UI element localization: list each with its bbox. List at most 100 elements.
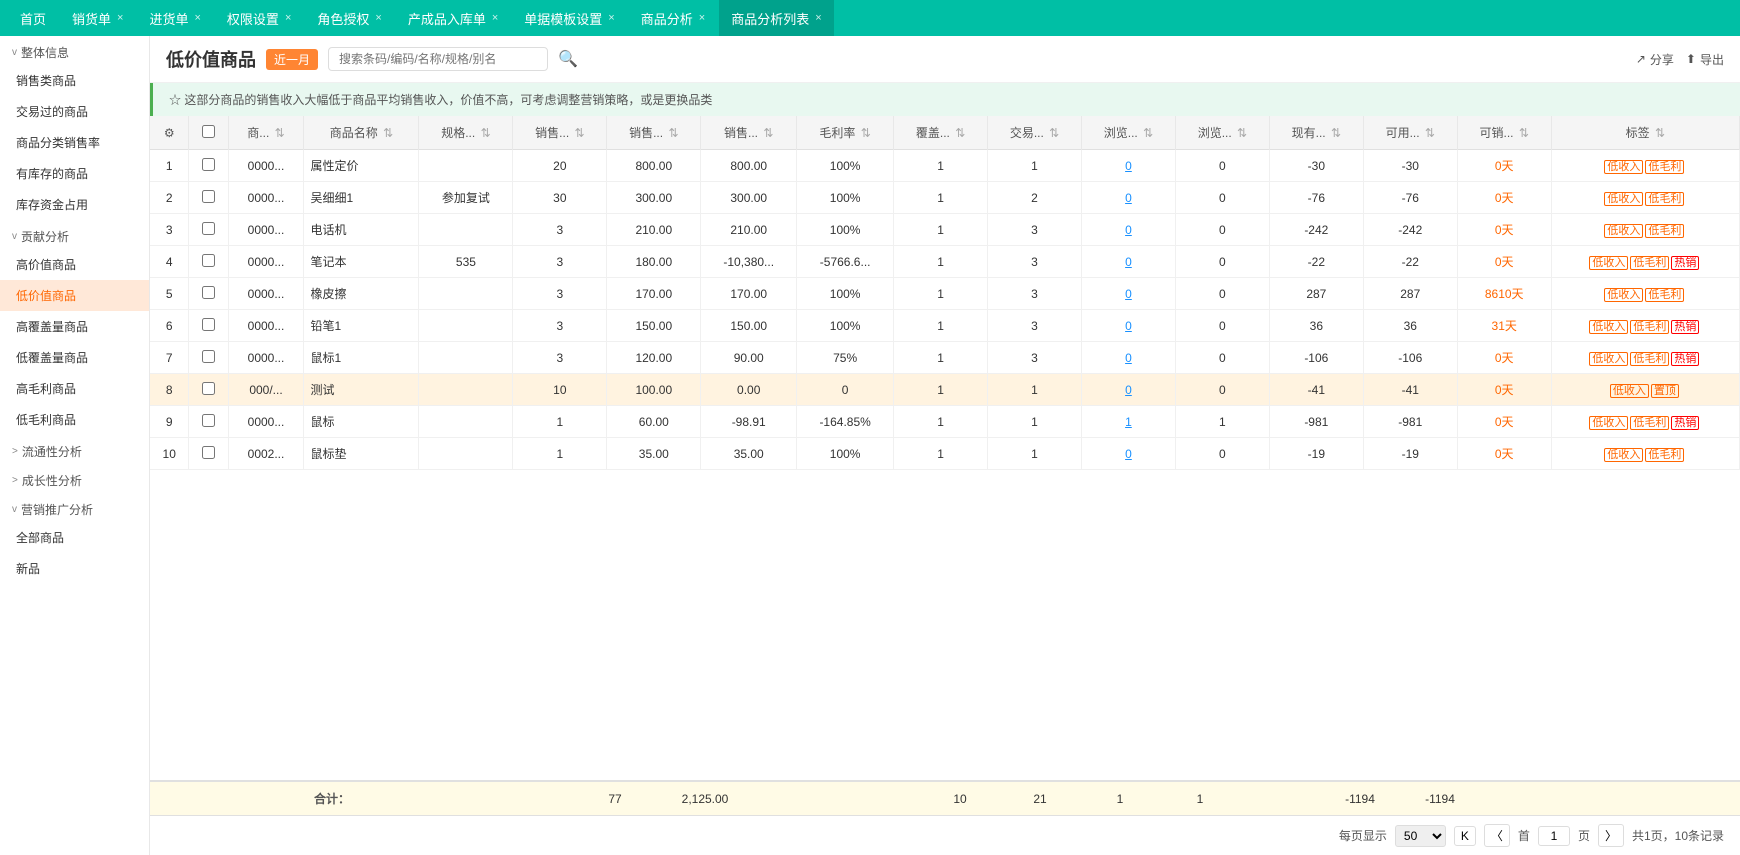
sidebar-item-低毛利商品[interactable]: 低毛利商品 bbox=[0, 404, 149, 435]
nav-item-销货单[interactable]: 销货单× bbox=[60, 0, 135, 36]
row-checkbox-input[interactable] bbox=[202, 190, 215, 203]
sidebar-group-流通性分析[interactable]: >流通性分析 bbox=[0, 435, 149, 464]
page-number-input[interactable] bbox=[1538, 826, 1570, 846]
col-checkbox[interactable] bbox=[189, 116, 228, 150]
row-view1[interactable]: 0 bbox=[1081, 150, 1175, 182]
col-tags[interactable]: 标签 ⇅ bbox=[1551, 116, 1739, 150]
sidebar-group-贡献分析[interactable]: v贡献分析 bbox=[0, 220, 149, 249]
row-checkbox-input[interactable] bbox=[202, 446, 215, 459]
row-view1[interactable]: 0 bbox=[1081, 342, 1175, 374]
prev-page-button[interactable]: 〈 bbox=[1484, 824, 1510, 847]
sidebar-item-库存资金占用[interactable]: 库存资金占用 bbox=[0, 189, 149, 220]
select-all-checkbox[interactable] bbox=[202, 125, 215, 138]
row-checkbox-input[interactable] bbox=[202, 222, 215, 235]
view-link[interactable]: 0 bbox=[1125, 255, 1132, 269]
view-link[interactable]: 1 bbox=[1125, 415, 1132, 429]
close-icon[interactable]: × bbox=[492, 12, 498, 24]
col-available[interactable]: 可用... ⇅ bbox=[1363, 116, 1457, 150]
sidebar-group-营销推广分析[interactable]: v营销推广分析 bbox=[0, 493, 149, 522]
row-checkbox[interactable] bbox=[189, 182, 228, 214]
row-view1[interactable]: 0 bbox=[1081, 374, 1175, 406]
row-checkbox[interactable] bbox=[189, 214, 228, 246]
row-view1[interactable]: 0 bbox=[1081, 214, 1175, 246]
row-view1[interactable]: 0 bbox=[1081, 246, 1175, 278]
row-checkbox-input[interactable] bbox=[202, 286, 215, 299]
sidebar-item-新品[interactable]: 新品 bbox=[0, 553, 149, 584]
nav-item-进货单[interactable]: 进货单× bbox=[137, 0, 212, 36]
close-icon[interactable]: × bbox=[194, 12, 200, 24]
row-checkbox[interactable] bbox=[189, 150, 228, 182]
close-icon[interactable]: × bbox=[699, 12, 705, 24]
share-button[interactable]: ↗ 分享 bbox=[1636, 51, 1674, 68]
nav-item-商品分析[interactable]: 商品分析× bbox=[629, 0, 717, 36]
col-sellable[interactable]: 可销... ⇅ bbox=[1457, 116, 1551, 150]
row-checkbox-input[interactable] bbox=[202, 318, 215, 331]
row-view1[interactable]: 0 bbox=[1081, 438, 1175, 470]
col-sales-qty[interactable]: 销售... ⇅ bbox=[513, 116, 607, 150]
col-sales-price[interactable]: 销售... ⇅ bbox=[607, 116, 701, 150]
search-input[interactable] bbox=[328, 47, 548, 71]
view-link[interactable]: 0 bbox=[1125, 191, 1132, 205]
nav-item-单据模板设置[interactable]: 单据模板设置× bbox=[512, 0, 626, 36]
row-checkbox[interactable] bbox=[189, 406, 228, 438]
view-link[interactable]: 0 bbox=[1125, 351, 1132, 365]
sidebar-item-高覆盖量商品[interactable]: 高覆盖量商品 bbox=[0, 311, 149, 342]
col-code[interactable]: 商... ⇅ bbox=[228, 116, 304, 150]
view-link[interactable]: 0 bbox=[1125, 223, 1132, 237]
nav-item-产成品入库单[interactable]: 产成品入库单× bbox=[396, 0, 510, 36]
per-page-select[interactable]: 50 100 bbox=[1395, 825, 1446, 847]
close-icon[interactable]: × bbox=[815, 12, 821, 24]
view-link[interactable]: 0 bbox=[1125, 159, 1132, 173]
sidebar-item-高毛利商品[interactable]: 高毛利商品 bbox=[0, 373, 149, 404]
row-checkbox[interactable] bbox=[189, 246, 228, 278]
row-checkbox[interactable] bbox=[189, 310, 228, 342]
sidebar-group-整体信息[interactable]: v整体信息 bbox=[0, 36, 149, 65]
view-link[interactable]: 0 bbox=[1125, 447, 1132, 461]
sidebar-item-销售类商品[interactable]: 销售类商品 bbox=[0, 65, 149, 96]
export-button[interactable]: ⬆ 导出 bbox=[1686, 51, 1724, 68]
sidebar-item-低覆盖量商品[interactable]: 低覆盖量商品 bbox=[0, 342, 149, 373]
view-link[interactable]: 0 bbox=[1125, 287, 1132, 301]
sidebar-item-有库存的商品[interactable]: 有库存的商品 bbox=[0, 158, 149, 189]
col-coverage[interactable]: 覆盖... ⇅ bbox=[894, 116, 988, 150]
search-icon[interactable]: 🔍 bbox=[558, 49, 578, 69]
time-tag-button[interactable]: 近一月 bbox=[266, 49, 318, 70]
row-checkbox[interactable] bbox=[189, 278, 228, 310]
sidebar-item-交易过的商品[interactable]: 交易过的商品 bbox=[0, 96, 149, 127]
close-icon[interactable]: × bbox=[608, 12, 614, 24]
row-checkbox-input[interactable] bbox=[202, 158, 215, 171]
nav-item-首页[interactable]: 首页 bbox=[8, 0, 58, 36]
first-page-button[interactable]: K bbox=[1454, 826, 1476, 846]
sidebar-item-全部商品[interactable]: 全部商品 bbox=[0, 522, 149, 553]
col-current[interactable]: 现有... ⇅ bbox=[1269, 116, 1363, 150]
col-view2[interactable]: 浏览... ⇅ bbox=[1175, 116, 1269, 150]
row-view1[interactable]: 0 bbox=[1081, 182, 1175, 214]
row-checkbox[interactable] bbox=[189, 374, 228, 406]
close-icon[interactable]: × bbox=[375, 12, 381, 24]
nav-item-权限设置[interactable]: 权限设置× bbox=[215, 0, 303, 36]
col-spec[interactable]: 规格... ⇅ bbox=[419, 116, 513, 150]
row-view1[interactable]: 0 bbox=[1081, 310, 1175, 342]
col-trans[interactable]: 交易... ⇅ bbox=[988, 116, 1082, 150]
row-checkbox[interactable] bbox=[189, 438, 228, 470]
view-link[interactable]: 0 bbox=[1125, 383, 1132, 397]
col-settings[interactable]: ⚙ bbox=[150, 116, 189, 150]
row-checkbox-input[interactable] bbox=[202, 382, 215, 395]
view-link[interactable]: 0 bbox=[1125, 319, 1132, 333]
close-icon[interactable]: × bbox=[285, 12, 291, 24]
row-checkbox-input[interactable] bbox=[202, 350, 215, 363]
sidebar-item-商品分类销售率[interactable]: 商品分类销售率 bbox=[0, 127, 149, 158]
col-sales-amount[interactable]: 销售... ⇅ bbox=[701, 116, 797, 150]
close-icon[interactable]: × bbox=[117, 12, 123, 24]
nav-item-角色授权[interactable]: 角色授权× bbox=[305, 0, 393, 36]
row-view1[interactable]: 1 bbox=[1081, 406, 1175, 438]
col-name[interactable]: 商品名称 ⇅ bbox=[304, 116, 419, 150]
sidebar-item-低价值商品[interactable]: 低价值商品 bbox=[0, 280, 149, 311]
col-margin-rate[interactable]: 毛利率 ⇅ bbox=[797, 116, 894, 150]
next-page-button[interactable]: 〉 bbox=[1598, 824, 1624, 847]
row-checkbox-input[interactable] bbox=[202, 254, 215, 267]
sidebar-group-成长性分析[interactable]: >成长性分析 bbox=[0, 464, 149, 493]
sidebar-item-高价值商品[interactable]: 高价值商品 bbox=[0, 249, 149, 280]
nav-item-商品分析列表[interactable]: 商品分析列表× bbox=[719, 0, 833, 36]
col-view1[interactable]: 浏览... ⇅ bbox=[1081, 116, 1175, 150]
